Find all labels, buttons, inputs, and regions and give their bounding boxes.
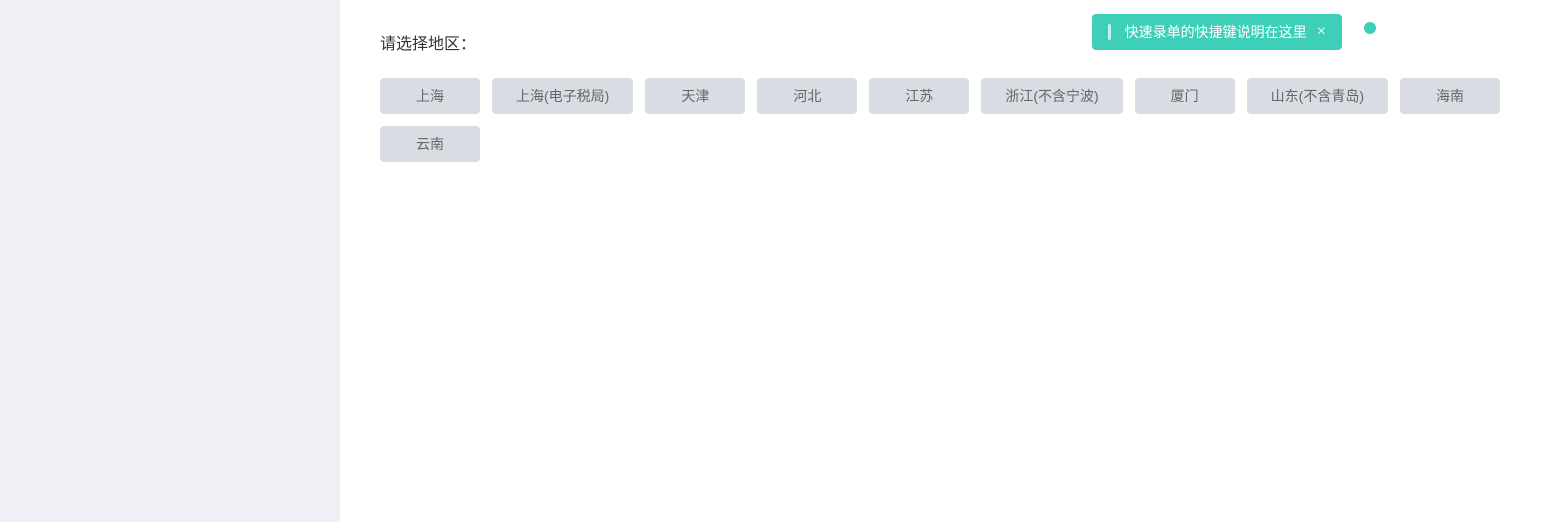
- region-button-hainan[interactable]: 海南: [1400, 78, 1500, 114]
- tooltip-banner: 快速录单的快捷键说明在这里 ×: [1092, 14, 1342, 50]
- region-button-zhejiang[interactable]: 浙江(不含宁波): [981, 78, 1122, 114]
- tooltip-text: 快速录单的快捷键说明在这里: [1125, 22, 1307, 42]
- region-button-shandong[interactable]: 山东(不含青岛): [1247, 78, 1388, 114]
- region-button-jiangsu[interactable]: 江苏: [869, 78, 969, 114]
- region-button-yunnan[interactable]: 云南: [380, 126, 480, 162]
- region-button-hebei[interactable]: 河北: [757, 78, 857, 114]
- main-content: 请选择地区： 上海上海(电子税局) 天津河北江苏浙江(不含宁波) 厦门山东(不含青岛…: [340, 0, 1562, 522]
- left-sidebar: [0, 0, 340, 522]
- tooltip-close-button[interactable]: ×: [1317, 24, 1326, 40]
- tooltip-dot-indicator: [1364, 22, 1376, 34]
- region-buttons: 上海上海(电子税局) 天津河北江苏浙江(不含宁波) 厦门山东(不含青岛) 海南云南: [380, 78, 1522, 162]
- page-title: 请选择地区：: [380, 30, 1522, 54]
- region-button-shanghai[interactable]: 上海: [380, 78, 480, 114]
- region-button-xiamen[interactable]: 厦门: [1135, 78, 1235, 114]
- region-button-tianjin[interactable]: 天津: [645, 78, 745, 114]
- region-button-shanghai-etax[interactable]: 上海(电子税局): [492, 78, 633, 114]
